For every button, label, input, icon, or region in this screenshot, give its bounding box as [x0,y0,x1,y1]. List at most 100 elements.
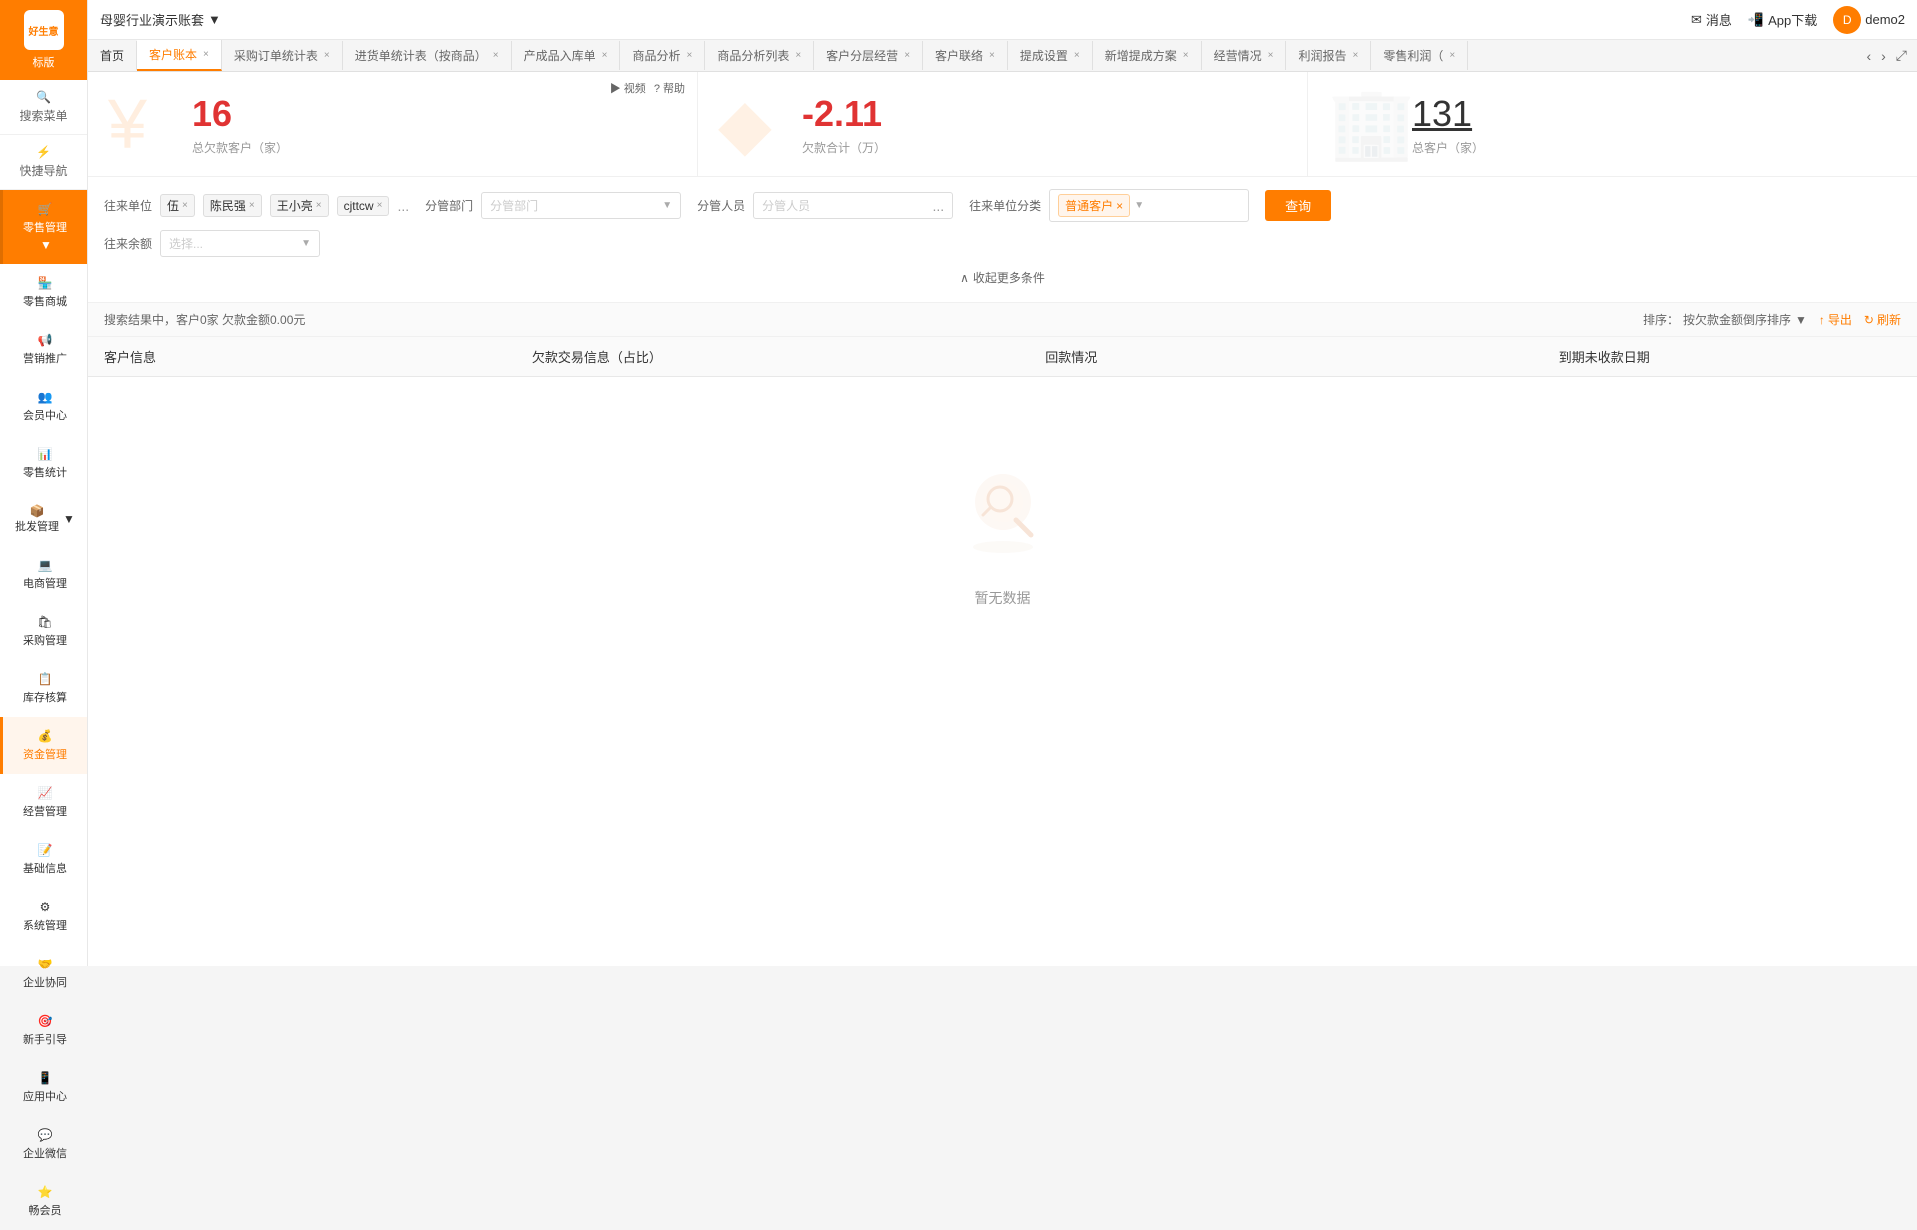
app-download-action[interactable]: 📲 App下载 [1748,10,1817,29]
person-filter-select[interactable]: 分管人员 ... [753,192,953,219]
sort-option: 按欠款金额倒序排序 [1683,311,1791,328]
search-menu-item[interactable]: 🔍 搜索菜单 [0,80,87,135]
tab-customer-tier[interactable]: 客户分层经营 × [814,41,923,70]
message-action[interactable]: ✉ 消息 [1691,10,1732,29]
sidebar-item-marketing[interactable]: 📢 营销推广 [0,321,87,378]
sidebar-item-basic-info[interactable]: 📝 基础信息 [0,831,87,888]
refresh-label: 刷新 [1877,311,1901,328]
tab-product-analysis-list-close[interactable]: × [795,50,801,61]
filter-tag-chen[interactable]: 陈民强 × [203,194,262,217]
tab-purchase-order-stats[interactable]: 采购订单统计表 × [222,41,343,70]
stat-total-debt-label: 欠款合计（万） [802,139,886,156]
tab-purchase-close[interactable]: × [324,50,330,61]
tab-inbound-stats[interactable]: 进货单统计表（按商品） × [343,41,512,70]
retail-mall-icon: 🏪 [38,276,53,290]
person-filter-dots[interactable]: ... [932,198,944,214]
tab-production-close[interactable]: × [602,50,608,61]
tab-product-analysis-close[interactable]: × [686,50,692,61]
export-btn[interactable]: ↑ 导出 [1819,311,1852,328]
filter-tag-wu-close[interactable]: × [182,200,188,211]
sidebar-item-inventory[interactable]: 📋 库存核算 [0,660,87,717]
quick-nav-item[interactable]: ⚡ 快捷导航 [0,135,87,190]
tab-customer-contact-close[interactable]: × [989,50,995,61]
tab-inbound-close[interactable]: × [493,50,499,61]
export-label: 导出 [1828,311,1852,328]
tab-production-inbound[interactable]: 产成品入库单 × [512,41,621,70]
sidebar-item-corp-coop[interactable]: 🤝 企业协同 [0,945,87,1002]
sidebar-item-new-guide[interactable]: 🎯 新手引导 [0,1002,87,1059]
tabs-expand-btn[interactable]: ⤢ [1892,45,1911,66]
tab-product-analysis-list[interactable]: 商品分析列表 × [705,41,814,70]
sidebar-item-wholesale[interactable]: 📦 批发管理 ▼ [0,492,87,546]
sidebar-item-app-center[interactable]: 📱 应用中心 [0,1059,87,1116]
sidebar-item-retail-mall[interactable]: 🏪 零售商城 [0,264,87,321]
store-dropdown-icon: ▼ [208,12,221,27]
th-date: 到期未收款日期 [1559,347,1901,366]
filter-tag-chen-close[interactable]: × [249,200,255,211]
filter-tag-wu[interactable]: 伍 × [160,194,195,217]
sidebar-item-finance[interactable]: 💰 资金管理 [0,717,87,774]
balance-filter-select[interactable]: 选择... ▼ [160,230,320,257]
stat-total-customers: ¥ 16 总欠款客户（家） ▶ 视频 ? 帮助 [88,72,698,176]
basic-info-icon: 📝 [38,843,53,857]
unit-type-filter-select[interactable]: 普通客户 × ▼ [1049,189,1249,222]
sort-chevron-icon: ▼ [1795,313,1807,327]
collapse-btn[interactable]: ∧ 收起更多条件 [952,265,1053,290]
sidebar-item-system[interactable]: ⚙ 系统管理 [0,888,87,945]
tab-product-analysis[interactable]: 商品分析 × [620,41,705,70]
retail-mgmt-icon: 🛒 [38,202,53,216]
sidebar-item-members[interactable]: 👥 会员中心 [0,378,87,435]
tab-retail-profit-close[interactable]: × [1449,50,1455,61]
filter-tag-cjttcw-close[interactable]: × [377,200,383,211]
sidebar-item-wechat-biz[interactable]: 💬 企业微信 [0,1116,87,1173]
tab-customer-accounts[interactable]: 客户账本 × [137,40,222,71]
sidebar-item-retail-mgmt[interactable]: 🛒 零售管理 ▼ [0,190,87,264]
store-selector[interactable]: 母婴行业演示账套 ▼ [100,10,221,29]
sidebar-item-ecommerce[interactable]: 💻 电商管理 [0,546,87,603]
video-help-link[interactable]: ▶ 视频 [610,80,646,96]
logo-image: 好生意 [24,10,64,50]
help-link[interactable]: ? 帮助 [654,80,685,96]
sort-select[interactable]: 排序： 按欠款金额倒序排序 ▼ [1643,311,1807,328]
tab-profit-report-close[interactable]: × [1352,50,1358,61]
wechat-biz-icon: 💬 [38,1128,53,1142]
tab-customer-accounts-close[interactable]: × [203,49,209,60]
sidebar-logo[interactable]: 好生意 标版 [0,0,87,80]
tab-customer-contact[interactable]: 客户联络 × [923,41,1008,70]
unit-type-filter-label: 往来单位分类 [969,197,1041,214]
tab-promotion-settings-close[interactable]: × [1074,50,1080,61]
tab-operations-status-close[interactable]: × [1268,50,1274,61]
filter-tag-chen-text: 陈民强 [210,197,246,214]
avatar: D [1833,6,1861,34]
refresh-btn[interactable]: ↻ 刷新 [1864,311,1901,328]
filter-more-btn[interactable]: ... [397,198,409,214]
dept-chevron-icon: ▼ [662,200,672,211]
filter-tag-normal-customer[interactable]: 普通客户 × [1058,194,1130,217]
tab-home[interactable]: 首页 [88,41,137,70]
balance-filter-label: 往来余额 [104,235,152,252]
tab-profit-report[interactable]: 利润报告 × [1286,41,1371,70]
dept-filter-select[interactable]: 分管部门 ▼ [481,192,681,219]
tab-promotion-settings[interactable]: 提成设置 × [1008,41,1093,70]
tab-customer-tier-close[interactable]: × [904,50,910,61]
tab-operations-status[interactable]: 经营情况 × [1202,41,1287,70]
filter-tag-wang[interactable]: 王小亮 × [270,194,329,217]
query-button[interactable]: 查询 [1265,190,1331,221]
user-profile[interactable]: D demo2 [1833,6,1905,34]
tab-purchase-order-stats-label: 采购订单统计表 [234,47,318,64]
sidebar-item-vip[interactable]: ⭐ 畅会员 [0,1173,87,1230]
filter-tag-normal-close[interactable]: × [1116,199,1123,213]
balance-placeholder: 选择... [169,235,297,252]
filter-tag-cjttcw[interactable]: cjttcw × [337,196,390,216]
dept-placeholder: 分管部门 [490,197,658,214]
tabs-next-btn[interactable]: › [1877,46,1890,66]
tab-new-promotion-plan[interactable]: 新增提成方案 × [1093,41,1202,70]
tabs-prev-btn[interactable]: ‹ [1862,46,1875,66]
tab-retail-profit[interactable]: 零售利润（ × [1371,41,1468,70]
tab-new-promotion-plan-close[interactable]: × [1183,50,1189,61]
page-content: ¥ 16 总欠款客户（家） ▶ 视频 ? 帮助 ◆ -2.11 欠款合计（万） … [88,72,1917,966]
sidebar-item-purchase[interactable]: 🛍 采购管理 [0,603,87,660]
sidebar-item-operations[interactable]: 📈 经营管理 [0,774,87,831]
filter-tag-wang-close[interactable]: × [316,200,322,211]
sidebar-item-retail-stats[interactable]: 📊 零售统计 [0,435,87,492]
